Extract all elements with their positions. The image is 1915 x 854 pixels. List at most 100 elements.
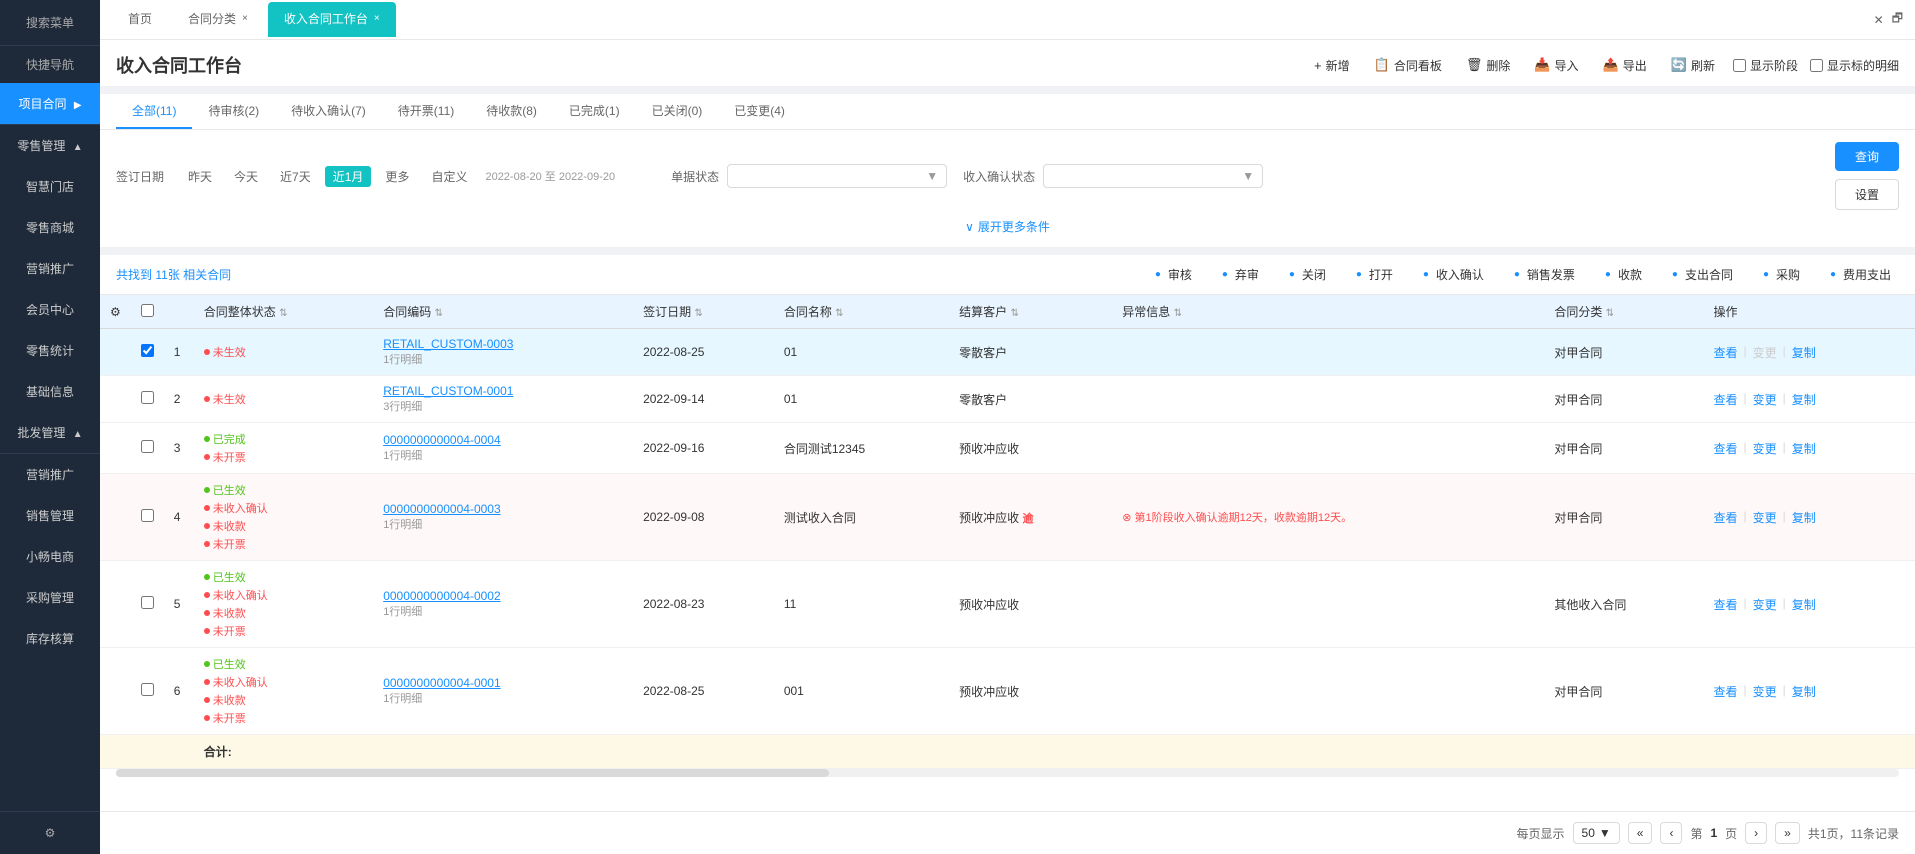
sidebar-item-basic-info[interactable]: 基础信息	[0, 371, 100, 412]
export-button[interactable]: 📤 导出	[1597, 53, 1653, 78]
new-button[interactable]: + 新增	[1308, 53, 1356, 78]
filter-tab-pending-invoice[interactable]: 待开票(11)	[382, 94, 470, 129]
doc-status-select[interactable]: ▼	[727, 164, 947, 188]
show-detail-checkbox[interactable]	[1810, 59, 1823, 72]
row1-contract-link[interactable]: RETAIL_CUSTOM-0003	[383, 337, 513, 351]
col-sign-date[interactable]: 签订日期 ⇅	[633, 295, 774, 329]
sidebar-item-marketing2[interactable]: 营销推广	[0, 454, 100, 495]
show-detail-checkbox-label[interactable]: 显示标的明细	[1810, 57, 1899, 74]
sidebar-item-retail-mall[interactable]: 零售商城	[0, 207, 100, 248]
query-button[interactable]: 查询	[1835, 142, 1899, 171]
scrollbar-thumb[interactable]	[116, 769, 829, 777]
tab-income-workbench[interactable]: 收入合同工作台 ×	[268, 2, 396, 37]
tab-contract-category[interactable]: 合同分类 ×	[172, 2, 264, 37]
print-button[interactable]: ● 打开	[1344, 263, 1401, 286]
tab-income-workbench-close[interactable]: ×	[374, 13, 380, 24]
col-settlement-customer[interactable]: 结算客户 ⇅	[949, 295, 1112, 329]
col-contract-type[interactable]: 合同分类 ⇅	[1544, 295, 1703, 329]
sales-invoice-button[interactable]: ● 销售发票	[1502, 263, 1583, 286]
first-page-button[interactable]: «	[1628, 822, 1653, 844]
sidebar-item-ecommerce[interactable]: 小畅电商	[0, 536, 100, 577]
row5-copy-btn[interactable]: 复制	[1792, 596, 1816, 613]
date-btn-custom[interactable]: 自定义	[423, 166, 475, 187]
col-contract-name[interactable]: 合同名称 ⇅	[774, 295, 949, 329]
sidebar-settings[interactable]: ⚙	[0, 811, 100, 854]
row6-select-checkbox[interactable]	[141, 683, 154, 696]
filter-tab-pending-income-confirm[interactable]: 待收入确认(7)	[275, 94, 382, 129]
sidebar-item-member[interactable]: 会员中心	[0, 289, 100, 330]
row6-change-btn[interactable]: 变更	[1753, 683, 1777, 700]
date-btn-more[interactable]: 更多	[377, 166, 417, 187]
review-action-button[interactable]: ● 审核	[1143, 263, 1200, 286]
show-fields-checkbox[interactable]	[1733, 59, 1746, 72]
col-error-info[interactable]: 异常信息 ⇅	[1112, 295, 1544, 329]
show-fields-checkbox-label[interactable]: 显示阶段	[1733, 57, 1798, 74]
purchase-button[interactable]: ● 采购	[1751, 263, 1808, 286]
setting-button[interactable]: 设置	[1835, 179, 1899, 210]
filter-tab-pending-review[interactable]: 待审核(2)	[192, 94, 275, 129]
row3-change-btn[interactable]: 变更	[1753, 440, 1777, 457]
date-btn-today[interactable]: 今天	[226, 166, 266, 187]
filter-tab-pending-collection[interactable]: 待收款(8)	[470, 94, 553, 129]
row4-copy-btn[interactable]: 复制	[1792, 509, 1816, 526]
sidebar-item-wholesale[interactable]: 批发管理 ▲	[0, 412, 100, 453]
row3-copy-btn[interactable]: 复制	[1792, 440, 1816, 457]
sidebar-item-inventory[interactable]: 库存核算	[0, 618, 100, 659]
expense-output-button[interactable]: ● 费用支出	[1818, 263, 1899, 286]
sidebar-quicknav[interactable]: 快捷导航	[0, 46, 100, 83]
row2-copy-btn[interactable]: 复制	[1792, 391, 1816, 408]
restore-icon[interactable]: 🗗	[1892, 9, 1903, 30]
row1-change-btn[interactable]: 变更	[1753, 344, 1777, 361]
row1-copy-btn[interactable]: 复制	[1792, 344, 1816, 361]
row1-view-btn[interactable]: 查看	[1713, 344, 1737, 361]
delete-button[interactable]: 🗑 删除	[1460, 53, 1517, 78]
filter-tab-completed[interactable]: 已完成(1)	[553, 94, 636, 129]
row6-copy-btn[interactable]: 复制	[1792, 683, 1816, 700]
tab-home[interactable]: 首页	[112, 2, 168, 37]
col-contract-code[interactable]: 合同编码 ⇅	[373, 295, 633, 329]
row5-contract-link[interactable]: 0000000000004-0002	[383, 589, 500, 603]
filter-tab-all[interactable]: 全部(11)	[116, 94, 192, 129]
sidebar-item-smart-store[interactable]: 智慧门店	[0, 166, 100, 207]
row6-contract-link[interactable]: 0000000000004-0001	[383, 676, 500, 690]
income-confirm-button[interactable]: ● 收入确认	[1411, 263, 1492, 286]
date-btn-yesterday[interactable]: 昨天	[180, 166, 220, 187]
row4-select-checkbox[interactable]	[141, 509, 154, 522]
row4-change-btn[interactable]: 变更	[1753, 509, 1777, 526]
row5-change-btn[interactable]: 变更	[1753, 596, 1777, 613]
import-button[interactable]: 📥 导入	[1528, 53, 1584, 78]
row5-view-btn[interactable]: 查看	[1713, 596, 1737, 613]
date-btn-last7[interactable]: 近7天	[272, 166, 319, 187]
horizontal-scrollbar[interactable]	[116, 769, 1899, 777]
select-all-checkbox[interactable]	[141, 304, 154, 317]
col-overall-status[interactable]: 合同整体状态 ⇅	[194, 295, 373, 329]
sidebar-item-project[interactable]: 项目合同 ▶	[0, 83, 100, 124]
row6-view-btn[interactable]: 查看	[1713, 683, 1737, 700]
sidebar-search[interactable]: 搜索菜单	[0, 0, 100, 46]
contract-board-button[interactable]: 📋 合同看板	[1368, 53, 1448, 78]
row2-change-btn[interactable]: 变更	[1753, 391, 1777, 408]
row2-select-checkbox[interactable]	[141, 391, 154, 404]
row3-view-btn[interactable]: 查看	[1713, 440, 1737, 457]
refresh-button[interactable]: 🔄 刷新	[1665, 53, 1721, 78]
close-action-button[interactable]: ● 关闭	[1277, 263, 1334, 286]
collection-button[interactable]: ● 收款	[1593, 263, 1650, 286]
row1-select-checkbox[interactable]	[141, 344, 154, 357]
sidebar-item-retail[interactable]: 零售管理 ▲	[0, 125, 100, 166]
date-btn-last1month[interactable]: 近1月	[325, 166, 372, 187]
next-page-button[interactable]: ›	[1745, 822, 1767, 844]
sidebar-item-marketing[interactable]: 营销推广	[0, 248, 100, 289]
col-settings[interactable]: ⚙	[100, 295, 131, 329]
abandon-review-button[interactable]: ● 弃审	[1210, 263, 1267, 286]
output-contract-button[interactable]: ● 支出合同	[1660, 263, 1741, 286]
row4-view-btn[interactable]: 查看	[1713, 509, 1737, 526]
sidebar-item-sales-mgmt[interactable]: 销售管理	[0, 495, 100, 536]
filter-tab-changed[interactable]: 已变更(4)	[718, 94, 801, 129]
sidebar-item-purchase[interactable]: 采购管理	[0, 577, 100, 618]
filter-tab-closed[interactable]: 已关闭(0)	[636, 94, 719, 129]
row5-select-checkbox[interactable]	[141, 596, 154, 609]
prev-page-button[interactable]: ‹	[1660, 822, 1682, 844]
income-confirm-status-select[interactable]: ▼	[1043, 164, 1263, 188]
row2-contract-link[interactable]: RETAIL_CUSTOM-0001	[383, 384, 513, 398]
sidebar-item-retail-stats[interactable]: 零售统计	[0, 330, 100, 371]
